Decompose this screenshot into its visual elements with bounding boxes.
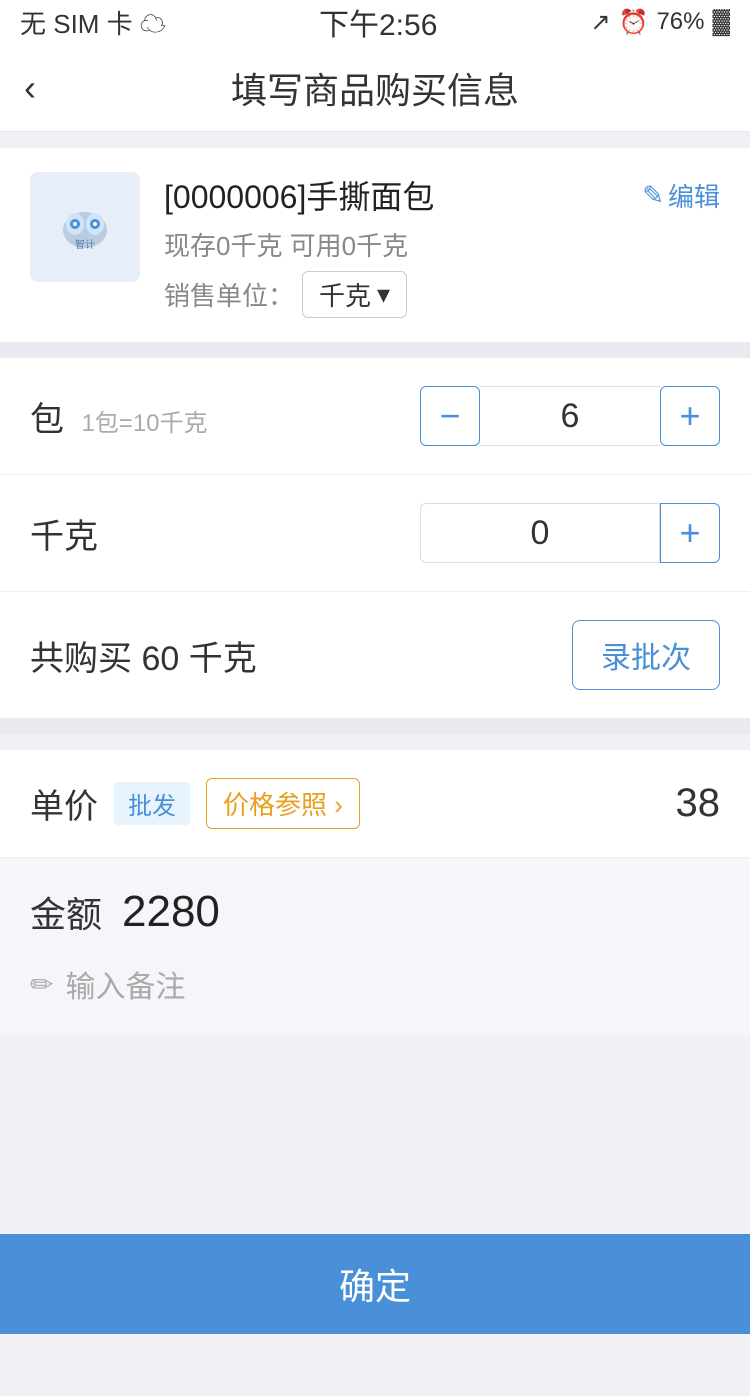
section-divider-1 (0, 342, 750, 358)
package-input[interactable] (480, 386, 660, 446)
back-button[interactable]: ‹ (24, 67, 36, 109)
unit-label: 销售单位： (164, 276, 294, 313)
edit-icon: ✎ (642, 180, 664, 211)
kilogram-plus-button[interactable]: + (660, 503, 720, 563)
kilogram-label: 千克 (30, 509, 420, 558)
product-unit-row: 销售单位： 千克 ▾ (164, 271, 720, 318)
amount-label: 金额 (30, 886, 102, 938)
svg-text:智计: 智计 (75, 238, 95, 251)
price-value: 38 (676, 781, 721, 826)
note-placeholder: 输入备注 (65, 962, 185, 1006)
package-stepper: − + (420, 386, 720, 446)
page-title: 填写商品购买信息 (231, 62, 519, 114)
unit-select[interactable]: 千克 ▾ (302, 271, 407, 318)
product-name: [0000006]手撕面包 (164, 172, 434, 218)
pencil-icon: ✏ (30, 968, 53, 1001)
amount-row: 金额 2280 (30, 886, 720, 962)
edit-button[interactable]: ✎ 编辑 (642, 172, 720, 218)
summary-row: 共购买 60 千克 录批次 (0, 592, 750, 718)
package-label: 包 1包=10千克 (30, 392, 420, 441)
status-time: 下午2:56 (319, 0, 437, 44)
dropdown-icon: ▾ (377, 279, 390, 310)
kilogram-input[interactable] (420, 503, 660, 563)
battery-label: 76% (656, 8, 704, 36)
status-bar: 无 SIM 卡 ☁ 下午2:56 ↗ ⏰ 76% ▓ (0, 0, 750, 44)
package-plus-button[interactable]: + (660, 386, 720, 446)
note-row[interactable]: ✏ 输入备注 (30, 962, 720, 1036)
confirm-button-label: 确定 (339, 1258, 411, 1310)
product-card: 智计 [0000006]手撕面包 ✎ 编辑 现存0千克 可用0千克 销售单位： … (0, 148, 750, 342)
record-batch-button[interactable]: 录批次 (572, 620, 720, 690)
price-tag-batch: 批发 (114, 782, 190, 825)
edit-label: 编辑 (668, 177, 720, 214)
product-info: [0000006]手撕面包 ✎ 编辑 现存0千克 可用0千克 销售单位： 千克 … (164, 172, 720, 318)
alarm-icon: ⏰ (619, 8, 649, 37)
product-image: 智计 (30, 172, 140, 282)
amount-section: 金额 2280 ✏ 输入备注 (0, 858, 750, 1036)
price-label: 单价 (30, 779, 98, 828)
amount-value: 2280 (122, 887, 220, 937)
package-minus-button[interactable]: − (420, 386, 480, 446)
status-left: 无 SIM 卡 ☁ (20, 4, 166, 41)
section-divider-2 (0, 718, 750, 734)
confirm-bar[interactable]: 确定 (0, 1234, 750, 1334)
unit-value: 千克 (319, 276, 371, 313)
kilogram-input-group: + (420, 503, 720, 563)
sim-label: 无 SIM 卡 ☁ (20, 4, 166, 41)
product-stock: 现存0千克 可用0千克 (164, 226, 720, 263)
battery-icon: ▓ (713, 8, 731, 36)
status-right: ↗ ⏰ 76% ▓ (590, 8, 730, 37)
package-sublabel: 1包=10千克 (81, 410, 207, 437)
input-section: 包 1包=10千克 − + 千克 + (0, 358, 750, 592)
price-reference-button[interactable]: 价格参照 › (206, 778, 360, 829)
summary-text: 共购买 60 千克 (30, 631, 257, 680)
package-row: 包 1包=10千克 − + (0, 358, 750, 475)
nav-bar: ‹ 填写商品购买信息 (0, 44, 750, 132)
location-icon: ↗ (590, 8, 610, 37)
kilogram-row: 千克 + (0, 475, 750, 592)
price-section: 单价 批发 价格参照 › 38 (0, 750, 750, 858)
